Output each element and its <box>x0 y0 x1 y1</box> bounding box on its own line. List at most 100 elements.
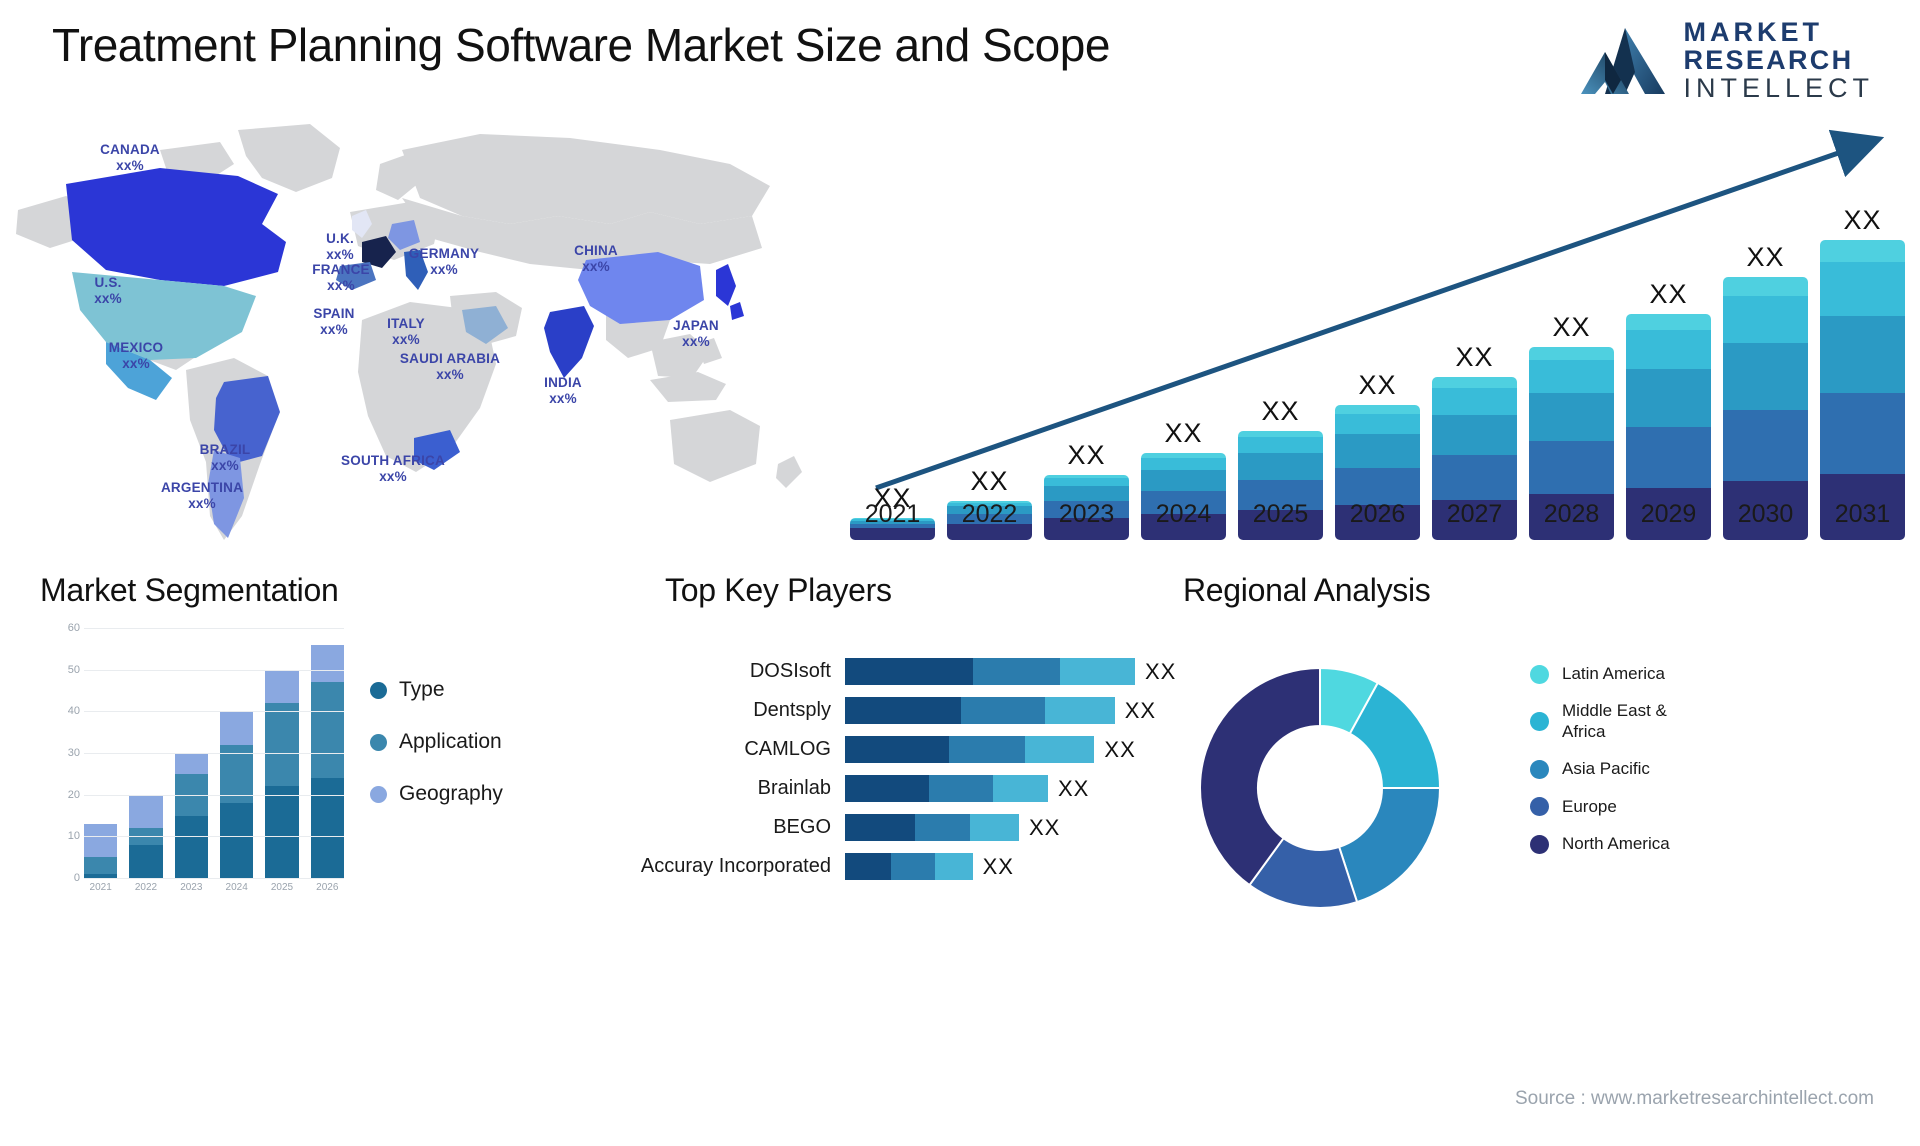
forecast-bar-segment <box>1529 441 1614 494</box>
segmentation-x-label: 2021 <box>89 882 112 893</box>
map-country-canada <box>66 168 286 286</box>
key-player-name: CAMLOG <box>744 738 831 760</box>
forecast-bar-segment <box>1723 409 1808 481</box>
map-label-japan: JAPAN xx% <box>673 318 719 350</box>
key-player-bar <box>845 853 973 880</box>
forecast-bar-segment <box>1529 392 1614 442</box>
forecast-bar-segment <box>1723 342 1808 410</box>
map-label-u-k: U.K. xx% <box>326 231 354 263</box>
segmentation-bar-segment <box>265 786 299 878</box>
segmentation-gridline <box>84 669 344 671</box>
segmentation-gridline <box>84 878 344 879</box>
forecast-bar-column: XX <box>1723 180 1808 540</box>
key-player-bar-segment <box>992 775 1048 802</box>
key-player-value: XX <box>1104 736 1136 762</box>
map-label-name: SAUDI ARABIA <box>399 351 501 366</box>
key-player-bar-segment <box>845 814 915 841</box>
forecast-year-label: 2021 <box>864 500 921 528</box>
key-player-bar-segment <box>949 736 1025 763</box>
forecast-bar-segment <box>1626 426 1711 488</box>
forecast-bar-value: XX <box>1455 342 1494 373</box>
forecast-bar-segment <box>1626 314 1711 330</box>
segmentation-bar-segment <box>219 803 254 878</box>
market-segmentation-chart: 60 50 40 30 20 10 0 2021 2022 2023 2024 2025 2026 T… <box>40 622 503 918</box>
forecast-bar-segment <box>1044 477 1129 486</box>
key-player-bar-segment <box>960 697 1046 724</box>
top-key-players-title: Top Key Players <box>665 572 892 608</box>
forecast-bar-segment <box>1432 377 1517 389</box>
segmentation-x-axis: 2021 2022 2023 2024 2025 2026 <box>84 882 344 893</box>
key-player-name: Dentsply <box>753 699 831 721</box>
forecast-bar-segment <box>1238 453 1323 480</box>
forecast-bar-value: XX <box>1067 439 1106 470</box>
segmentation-x-label: 2024 <box>225 882 248 893</box>
forecast-bar-segment <box>1335 413 1420 435</box>
key-player-name: BEGO <box>773 816 831 838</box>
key-player-value: XX <box>1124 697 1157 723</box>
map-label-south-africa: SOUTH AFRICA xx% <box>341 453 445 485</box>
map-country-japan-south <box>730 302 744 320</box>
key-player-bar-segment <box>1045 697 1115 724</box>
segmentation-bar-segment <box>265 669 299 704</box>
key-player-name: Brainlab <box>757 777 831 799</box>
forecast-year-label: 2026 <box>1349 500 1406 528</box>
map-label-spain: SPAIN xx% <box>313 306 354 338</box>
map-label-value: xx% <box>392 331 420 347</box>
map-label-india: INDIA xx% <box>544 375 582 407</box>
segmentation-x-label: 2022 <box>134 882 158 893</box>
key-player-value: XX <box>1058 775 1090 801</box>
map-label-value: xx% <box>549 390 577 406</box>
key-player-bar <box>845 736 1095 763</box>
key-player-value: XX <box>982 853 1014 879</box>
map-country-india <box>544 306 594 378</box>
segmentation-bar-segment <box>129 844 163 878</box>
forecast-bar-segment <box>1626 329 1711 370</box>
forecast-year-label: 2028 <box>1543 500 1600 528</box>
map-label-mexico: MEXICO xx% <box>109 340 163 372</box>
key-player-row: Dentsply XX <box>640 697 1200 724</box>
map-label-value: xx% <box>188 495 216 511</box>
legend-dot-icon <box>1530 712 1549 732</box>
segmentation-bar-segment <box>265 703 299 787</box>
map-label-value: xx% <box>430 261 458 277</box>
map-label-canada: CANADA xx% <box>100 142 160 174</box>
regional-analysis-chart: Latin America Middle East & Africa Asia Pa… <box>1180 628 1880 928</box>
forecast-bar-value: XX <box>970 465 1009 496</box>
map-label-value: xx% <box>94 290 122 306</box>
forecast-bar-column: XX <box>1432 180 1517 540</box>
forecast-year-label: 2027 <box>1446 500 1503 528</box>
segmentation-y-label: 0 <box>73 872 80 884</box>
logo-line-3: INTELLECT <box>1683 73 1874 104</box>
legend-dot-icon <box>1530 834 1549 854</box>
segmentation-legend-item: Type <box>370 678 503 702</box>
map-label-value: xx% <box>116 157 144 173</box>
source-text: Source : www.marketresearchintellect.com <box>1514 1088 1874 1109</box>
forecast-bar-value: XX <box>1358 369 1397 400</box>
map-label-value: xx% <box>326 246 354 262</box>
map-label-value: xx% <box>211 457 239 473</box>
forecast-bar-segment <box>1335 434 1420 468</box>
forecast-bar-segment <box>1820 315 1905 393</box>
segmentation-gridline <box>84 711 344 713</box>
forecast-bar-value: XX <box>1261 396 1300 427</box>
forecast-bar-segment <box>1335 404 1420 414</box>
donut-slice <box>1337 787 1442 904</box>
key-player-row: Brainlab XX <box>640 775 1200 802</box>
key-player-bar-segment <box>914 814 970 841</box>
legend-dot-icon <box>370 733 387 751</box>
map-label-name: U.K. <box>326 231 354 246</box>
map-label-value: xx% <box>436 366 464 382</box>
key-player-bar-segment <box>934 853 973 880</box>
segmentation-bar-segment <box>310 644 344 683</box>
segmentation-gridline <box>84 836 344 838</box>
segmentation-y-label: 30 <box>67 747 80 759</box>
forecast-chart: XX XX XX XX XX XX XX XX XX XX XX <box>840 120 1910 540</box>
forecast-bar-value: XX <box>1649 279 1688 310</box>
brand-logo: MARKET RESEARCH INTELLECT <box>1581 18 1874 102</box>
forecast-bar-segment <box>1529 360 1614 393</box>
segmentation-y-label: 50 <box>67 663 80 676</box>
forecast-year-label: 2030 <box>1737 500 1794 528</box>
legend-dot-icon <box>1530 664 1549 684</box>
map-label-name: MEXICO <box>108 340 164 355</box>
market-segmentation-title: Market Segmentation <box>40 572 339 608</box>
